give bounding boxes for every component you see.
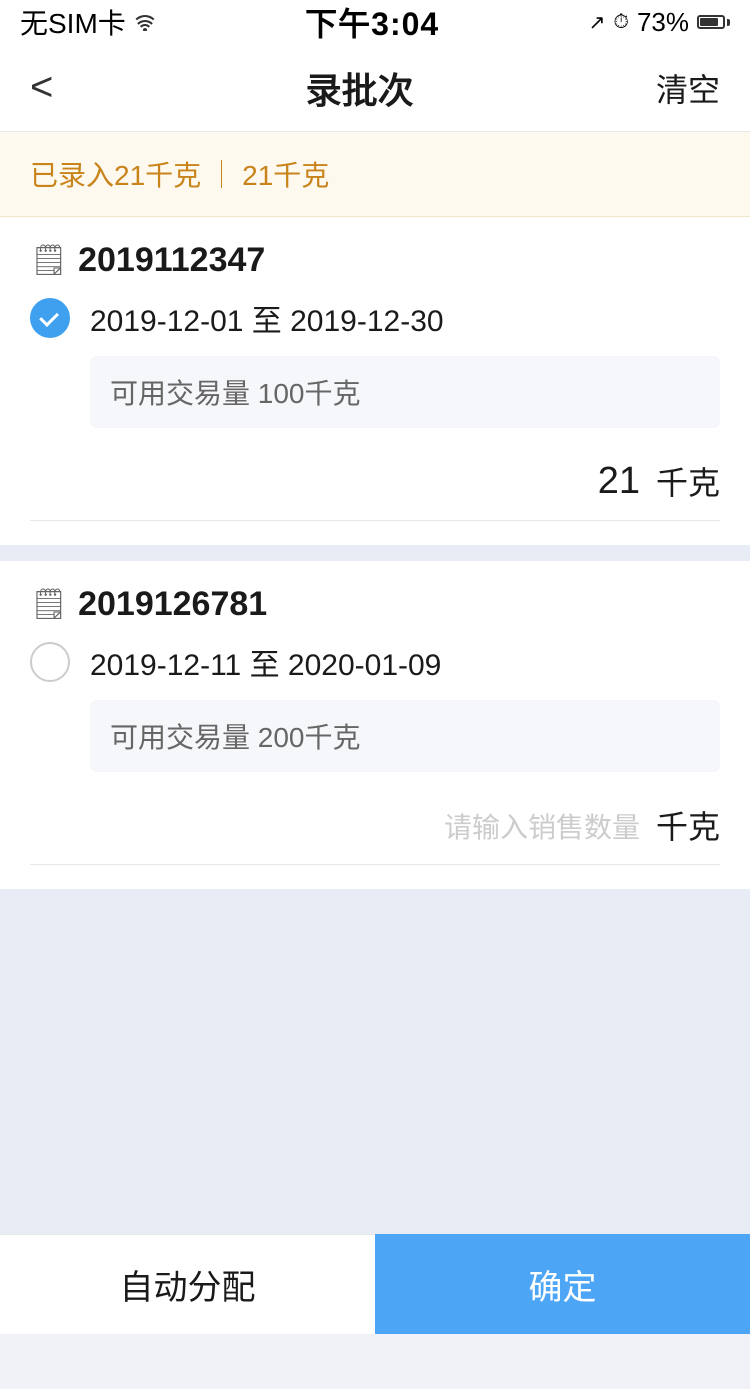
content-area: 🗒 2019112347 2019-12-01 至 2019-12-30 可用交… [0, 217, 750, 1389]
batch-doc-icon-2: 🗒 [30, 587, 68, 622]
availability-box-2: 可用交易量 200千克 [90, 700, 720, 772]
location-icon: ↗ [589, 10, 606, 35]
status-bar: 无SIM卡 下午3:04 ↗ ⏱ 73% [0, 0, 750, 44]
batch-header-1: 🗒 2019112347 [30, 241, 720, 280]
quantity-row-2: 千克 [30, 792, 720, 865]
batch-date-row-1: 2019-12-01 至 2019-12-30 [30, 296, 720, 340]
batch-radio-1[interactable] [30, 298, 70, 338]
nav-bar: < 录批次 清空 [0, 44, 750, 132]
page-title: 录批次 [306, 62, 414, 114]
batch-id-1: 2019112347 [78, 241, 265, 280]
status-time: 下午3:04 [305, 0, 439, 45]
availability-text-1: 可用交易量 100千克 [110, 378, 361, 409]
batch-radio-2[interactable] [30, 642, 70, 682]
battery-percent: 73% [637, 7, 689, 38]
batch-header-2: 🗒 2019126781 [30, 585, 720, 624]
back-button[interactable]: < [20, 55, 63, 120]
confirm-button[interactable]: 确定 [375, 1234, 750, 1334]
quantity-input-1[interactable] [520, 460, 640, 503]
batch-item-1: 🗒 2019112347 2019-12-01 至 2019-12-30 可用交… [0, 217, 750, 545]
info-banner: 已录入21千克 21千克 [0, 132, 750, 217]
clear-button[interactable]: 清空 [656, 65, 720, 111]
batch-doc-icon-1: 🗒 [30, 243, 68, 278]
quantity-unit-2: 千克 [656, 802, 720, 848]
alarm-icon: ⏱ [613, 11, 629, 34]
batch-date-row-2: 2019-12-11 至 2020-01-09 [30, 640, 720, 684]
quantity-input-2[interactable] [360, 804, 640, 847]
batch-date-2: 2019-12-11 至 2020-01-09 [90, 640, 441, 684]
carrier-label: 无SIM卡 [20, 2, 126, 42]
status-right: ↗ ⏱ 73% [589, 7, 730, 38]
status-left: 无SIM卡 [20, 2, 156, 42]
batch-item-2: 🗒 2019126781 2019-12-11 至 2020-01-09 可用交… [0, 561, 750, 889]
bottom-bar: 自动分配 确定 [0, 1234, 750, 1334]
battery-icon [697, 15, 730, 29]
availability-text-2: 可用交易量 200千克 [110, 722, 361, 753]
auto-distribute-button[interactable]: 自动分配 [0, 1234, 375, 1334]
section-divider [0, 545, 750, 561]
batch-id-2: 2019126781 [78, 585, 267, 624]
recorded-value: 21千克 [242, 154, 329, 194]
banner-divider [221, 160, 222, 188]
batch-date-1: 2019-12-01 至 2019-12-30 [90, 296, 444, 340]
availability-box-1: 可用交易量 100千克 [90, 356, 720, 428]
gray-area [0, 889, 750, 1289]
quantity-unit-1: 千克 [656, 458, 720, 504]
wifi-icon [134, 6, 156, 38]
quantity-row-1: 千克 [30, 448, 720, 521]
recorded-label: 已录入21千克 [30, 154, 201, 194]
